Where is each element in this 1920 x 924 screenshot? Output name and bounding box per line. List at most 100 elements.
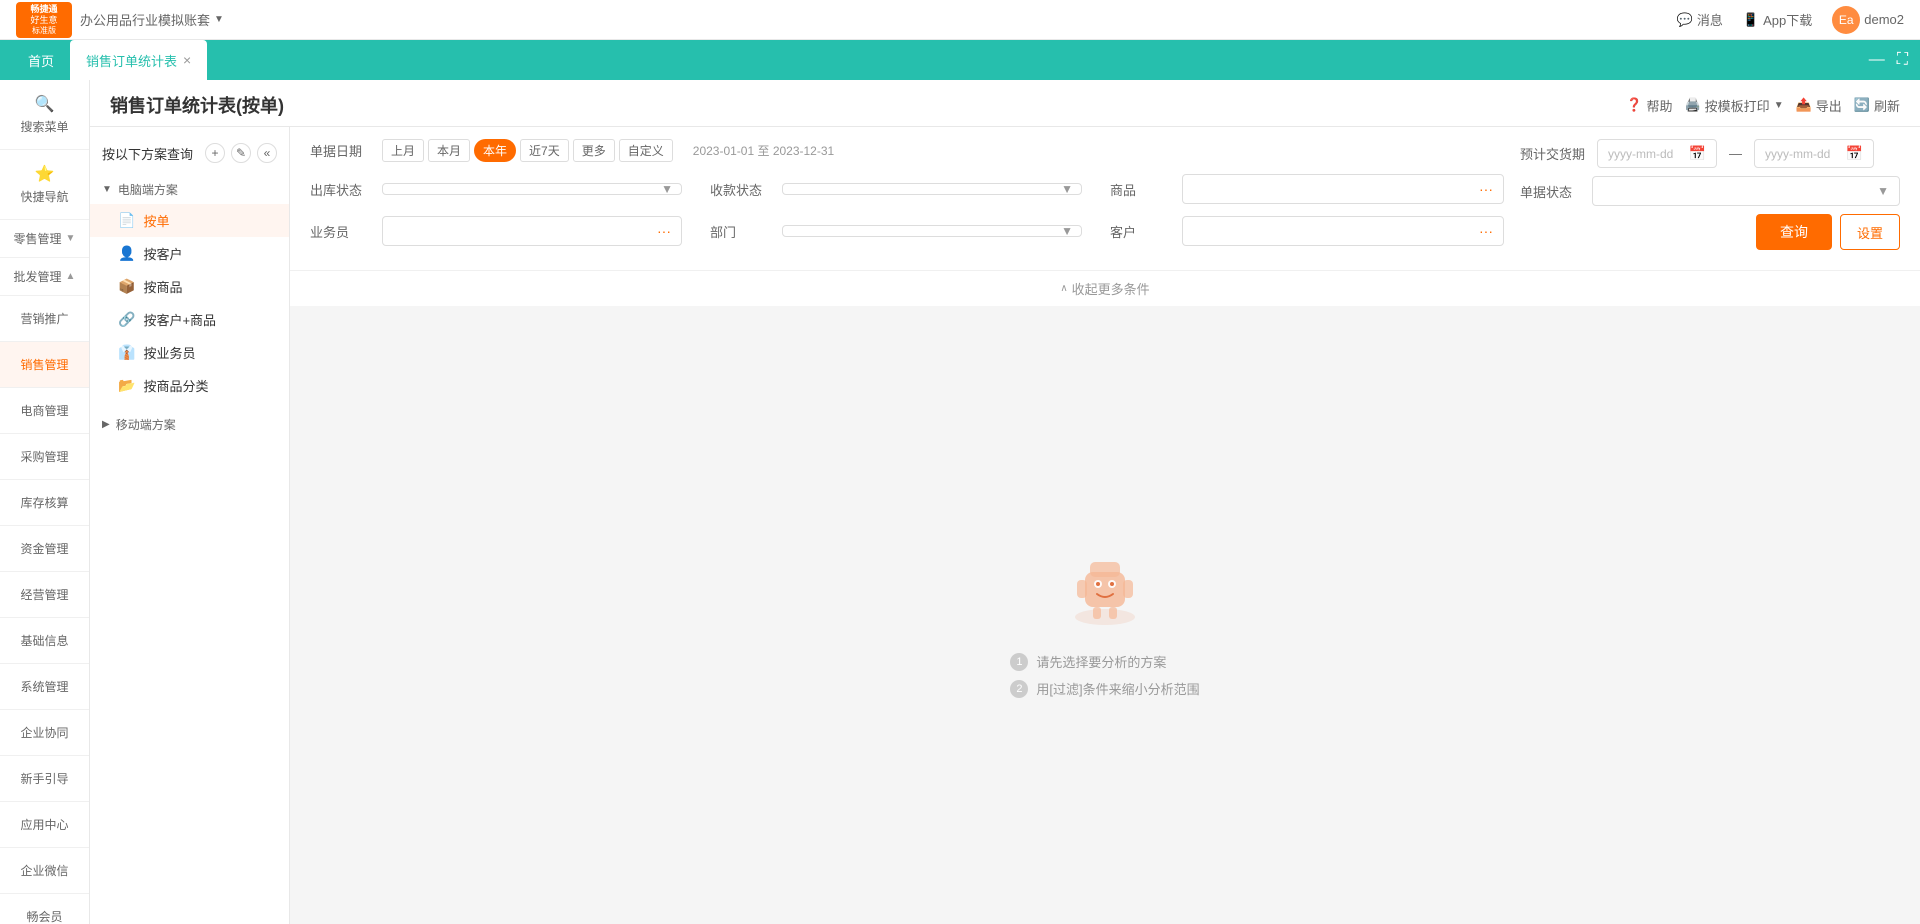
- chevron-down-icon: ▼: [1877, 184, 1889, 198]
- scheme-edit-btn[interactable]: ✎: [231, 143, 251, 163]
- scheme-add-btn[interactable]: +: [205, 143, 225, 163]
- sidebar-item-finance[interactable]: 资金管理: [0, 526, 89, 572]
- tab-maximize-btn[interactable]: ⛶: [1897, 51, 1908, 69]
- filter-row-doc-status: 单据状态 ▼: [1520, 176, 1900, 206]
- sidebar-item-search-menu[interactable]: 🔍 搜索菜单: [0, 80, 89, 150]
- sidebar-item-marketing[interactable]: 营销推广: [0, 296, 89, 342]
- tab-home-label: 首页: [28, 51, 54, 70]
- salesman-icon: 👔: [118, 344, 135, 361]
- scheme-item-by-category[interactable]: 📂 按商品分类: [90, 369, 289, 402]
- collapse-icon: ∧: [1060, 283, 1067, 294]
- topbar-left: 畅捷通 好生意 标准版 办公用品行业模拟账套 ▼: [16, 2, 224, 38]
- delivery-date-to-placeholder: yyyy-mm-dd: [1765, 147, 1830, 161]
- user-menu[interactable]: Ea demo2: [1832, 6, 1904, 34]
- sidebar-item-app-center[interactable]: 应用中心: [0, 802, 89, 848]
- scheme-collapse-btn[interactable]: «: [257, 143, 277, 163]
- tabbar-actions: — ⛶: [1869, 51, 1908, 69]
- date-btn-this-year[interactable]: 本年: [474, 139, 516, 162]
- message-icon: 💬: [1677, 12, 1693, 28]
- sidebar-item-sys-mgmt[interactable]: 系统管理: [0, 664, 89, 710]
- sidebar-item-retail-mgmt[interactable]: 零售管理 ▼: [0, 220, 89, 258]
- tab-minimize-btn[interactable]: —: [1869, 51, 1885, 69]
- tab-close-icon[interactable]: ×: [183, 53, 191, 67]
- date-btn-last7[interactable]: 近7天: [520, 139, 569, 162]
- refresh-btn[interactable]: 🔄 刷新: [1854, 96, 1900, 115]
- date-btn-last-month[interactable]: 上月: [382, 139, 424, 162]
- export-icon: 📤: [1796, 97, 1812, 113]
- app-download-btn[interactable]: 📱 App下载: [1743, 10, 1812, 29]
- dept-select[interactable]: ▼: [782, 225, 1082, 237]
- calendar-icon: 📅: [1689, 145, 1706, 162]
- empty-hint-2: 2 用[过滤]条件来缩小分析范围: [1010, 679, 1199, 698]
- cust-prod-icon: 🔗: [118, 311, 135, 328]
- logo: 畅捷通 好生意 标准版: [16, 2, 72, 38]
- help-btn[interactable]: ❓ 帮助: [1626, 96, 1672, 115]
- tab-home[interactable]: 首页: [12, 40, 70, 80]
- collapse-bar[interactable]: ∧ 收起更多条件: [290, 270, 1920, 306]
- print-icon: 🖨️: [1684, 97, 1700, 113]
- message-btn[interactable]: 💬 消息: [1677, 10, 1723, 29]
- customer-more-icon[interactable]: ···: [1479, 223, 1493, 239]
- message-label: 消息: [1697, 10, 1723, 29]
- filter-area: 单据日期 上月 本月 本年 近7天 更多 自定义 2023-01-01 至 20…: [290, 127, 1920, 270]
- member-label: 畅会员: [26, 908, 62, 924]
- filter-row-salesman: 业务员 ··· 部门 ▼: [310, 216, 1504, 246]
- query-area: 单据日期 上月 本月 本年 近7天 更多 自定义 2023-01-01 至 20…: [290, 127, 1920, 924]
- sidebar-item-purchase-mgmt[interactable]: 采购管理: [0, 434, 89, 480]
- sidebar-item-basic-info[interactable]: 基础信息: [0, 618, 89, 664]
- scheme-item-by-customer-label: 按客户: [143, 244, 182, 263]
- product-icon: 📦: [118, 278, 135, 295]
- scheme-item-by-cust-prod[interactable]: 🔗 按客户+商品: [90, 303, 289, 336]
- chevron-right-icon: ▶: [102, 419, 110, 430]
- goods-input[interactable]: ···: [1182, 174, 1504, 204]
- sidebar-item-inventory[interactable]: 库存核算: [0, 480, 89, 526]
- template-print-btn[interactable]: 🖨️ 按模板打印 ▼: [1684, 96, 1783, 115]
- empty-state-illustration: [1055, 532, 1155, 632]
- category-icon: 📂: [118, 377, 135, 394]
- collapse-left-icon: «: [264, 146, 271, 160]
- setting-btn[interactable]: 设置: [1840, 214, 1900, 250]
- scheme-item-by-order[interactable]: 📄 按单: [90, 204, 289, 237]
- delivery-status-select[interactable]: ▼: [382, 183, 682, 195]
- delivery-date-to[interactable]: yyyy-mm-dd 📅: [1754, 139, 1874, 168]
- sidebar-item-new-guide[interactable]: 新手引导: [0, 756, 89, 802]
- tab-sales-stats[interactable]: 销售订单统计表 ×: [70, 40, 207, 80]
- sidebar-item-corp-collab[interactable]: 企业协同: [0, 710, 89, 756]
- receipt-status-select[interactable]: ▼: [782, 183, 1082, 195]
- salesman-more-icon[interactable]: ···: [657, 223, 671, 239]
- chevron-down-icon: ▼: [661, 182, 673, 196]
- scheme-group-pc-title[interactable]: ▼ 电脑端方案: [90, 175, 289, 204]
- scheme-item-by-order-label: 按单: [143, 211, 169, 230]
- scheme-item-by-product[interactable]: 📦 按商品: [90, 270, 289, 303]
- chevron-down-icon: ▼: [1774, 100, 1784, 111]
- user-label: demo2: [1864, 12, 1904, 27]
- help-icon: ❓: [1626, 97, 1642, 113]
- finance-label: 资金管理: [20, 540, 68, 557]
- search-icon: 🔍: [35, 94, 55, 114]
- date-btn-custom[interactable]: 自定义: [619, 139, 673, 162]
- more-dots-icon[interactable]: ···: [1479, 181, 1493, 197]
- query-btn[interactable]: 查询: [1756, 214, 1832, 250]
- filter-row-status: 出库状态 ▼ 收款状态: [310, 174, 1504, 204]
- sidebar-item-operations[interactable]: 经营管理: [0, 572, 89, 618]
- customer-input[interactable]: ···: [1182, 216, 1504, 246]
- doc-status-select[interactable]: ▼: [1592, 176, 1900, 206]
- salesman-input[interactable]: ···: [382, 216, 682, 246]
- date-btn-more[interactable]: 更多: [573, 139, 615, 162]
- app-selector[interactable]: 办公用品行业模拟账套 ▼: [80, 10, 224, 29]
- scheme-item-by-customer[interactable]: 👤 按客户: [90, 237, 289, 270]
- sidebar-item-corp-wechat[interactable]: 企业微信: [0, 848, 89, 894]
- new-guide-label: 新手引导: [20, 770, 68, 787]
- sidebar-item-ecommerce[interactable]: 电商管理: [0, 388, 89, 434]
- sidebar-item-sales-mgmt[interactable]: 销售管理: [0, 342, 89, 388]
- filter-row-doc-date: 单据日期 上月 本月 本年 近7天 更多 自定义 2023-01-01 至 20…: [310, 139, 1504, 162]
- sidebar-item-quick-nav[interactable]: ⭐ 快捷导航: [0, 150, 89, 220]
- edit-icon: ✎: [236, 146, 246, 160]
- scheme-group-mobile-title[interactable]: ▶ 移动端方案: [90, 410, 289, 439]
- sidebar-item-wholesale-mgmt[interactable]: 批发管理 ▲: [0, 258, 89, 296]
- delivery-date-from[interactable]: yyyy-mm-dd 📅: [1597, 139, 1717, 168]
- date-btn-this-month[interactable]: 本月: [428, 139, 470, 162]
- scheme-item-by-salesman[interactable]: 👔 按业务员: [90, 336, 289, 369]
- sidebar-item-member[interactable]: 畅会员: [0, 894, 89, 924]
- export-btn[interactable]: 📤 导出: [1796, 96, 1842, 115]
